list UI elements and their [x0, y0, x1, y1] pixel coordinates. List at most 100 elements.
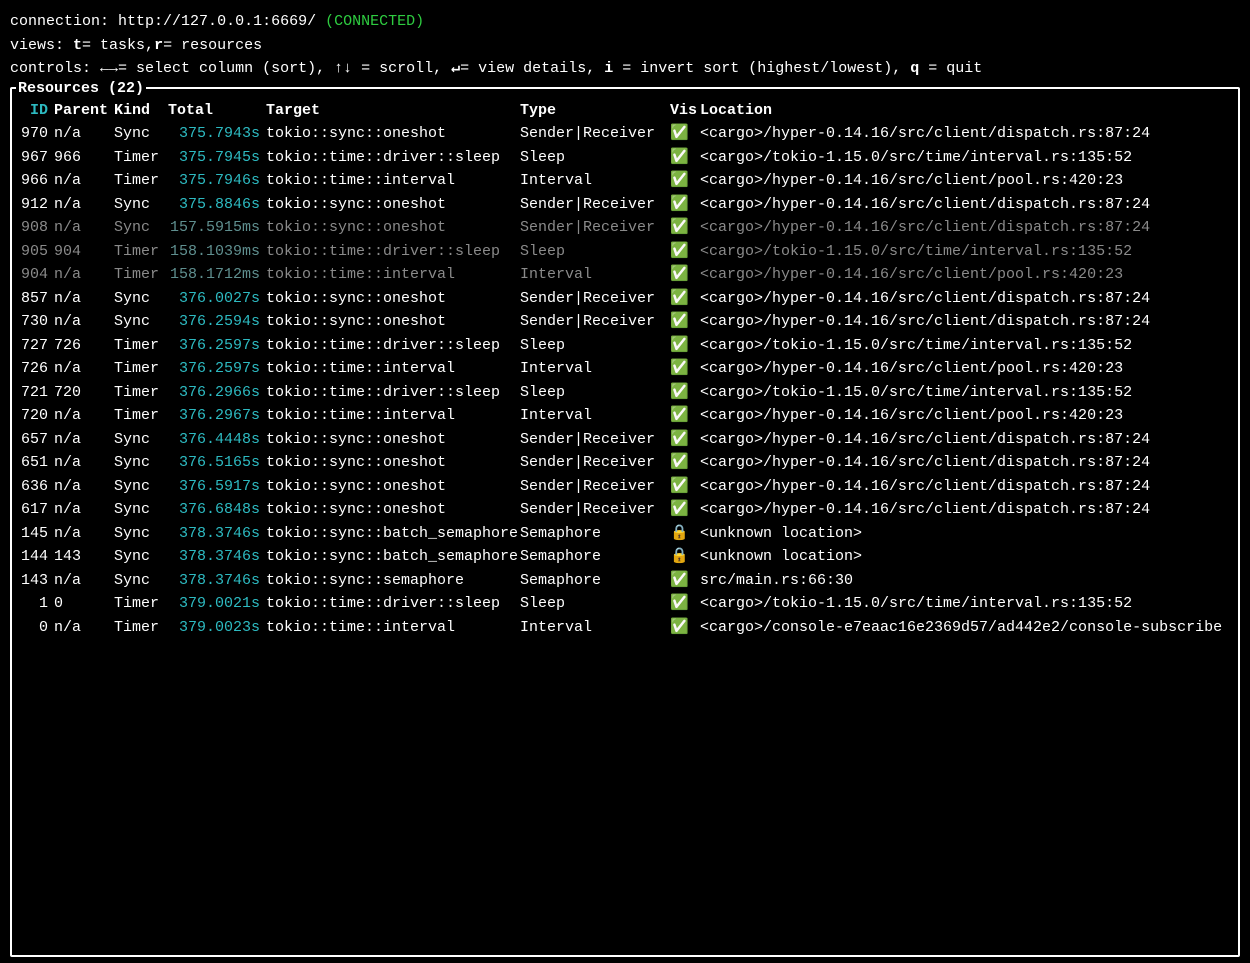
table-cell: 857: [14, 287, 54, 311]
views-key-t[interactable]: t: [73, 34, 82, 58]
table-cell: <cargo>/hyper-0.14.16/src/client/dispatc…: [700, 475, 1238, 499]
col-type-header[interactable]: Type: [520, 99, 670, 123]
table-cell: Interval: [520, 169, 670, 193]
table-cell: Timer: [114, 334, 168, 358]
table-cell: tokio::sync::oneshot: [266, 310, 520, 334]
table-cell: 143: [54, 545, 114, 569]
control-key[interactable]: ←→: [100, 60, 118, 77]
table-cell: 376.5165s: [168, 451, 266, 475]
table-cell: tokio::time::interval: [266, 263, 520, 287]
col-location-header[interactable]: Location: [700, 99, 1238, 123]
table-cell: 376.4448s: [168, 428, 266, 452]
table-cell: Sync: [114, 122, 168, 146]
col-id-header[interactable]: ID: [14, 99, 54, 123]
control-key[interactable]: ↵: [451, 60, 460, 77]
table-cell: <cargo>/hyper-0.14.16/src/client/pool.rs…: [700, 404, 1238, 428]
vis-icon: ✅: [670, 216, 700, 240]
table-cell: 376.2597s: [168, 357, 266, 381]
table-cell: Sync: [114, 475, 168, 499]
table-row[interactable]: 970n/aSync375.7943stokio::sync::oneshotS…: [14, 122, 1238, 146]
table-cell: 720: [54, 381, 114, 405]
table-cell: Interval: [520, 357, 670, 381]
table-cell: n/a: [54, 475, 114, 499]
table-cell: Interval: [520, 616, 670, 640]
col-parent-header[interactable]: Parent: [54, 99, 114, 123]
control-desc: = invert sort (highest/lowest),: [613, 60, 910, 77]
table-cell: <unknown location>: [700, 545, 1238, 569]
controls-line: controls: ←→= select column (sort), ↑↓ =…: [10, 57, 1240, 81]
views-key-r[interactable]: r: [154, 34, 163, 58]
table-cell: 912: [14, 193, 54, 217]
control-key[interactable]: q: [910, 60, 919, 77]
table-cell: tokio::time::driver::sleep: [266, 592, 520, 616]
table-cell: <cargo>/hyper-0.14.16/src/client/pool.rs…: [700, 357, 1238, 381]
table-cell: 617: [14, 498, 54, 522]
table-cell: tokio::sync::batch_semaphore: [266, 545, 520, 569]
table-cell: Sync: [114, 428, 168, 452]
table-cell: tokio::sync::oneshot: [266, 451, 520, 475]
table-row[interactable]: 657n/aSync376.4448stokio::sync::oneshotS…: [14, 428, 1238, 452]
table-cell: 908: [14, 216, 54, 240]
table-cell: tokio::sync::oneshot: [266, 287, 520, 311]
table-cell: Sender|Receiver: [520, 216, 670, 240]
table-cell: Interval: [520, 263, 670, 287]
table-header: ID Parent Kind Total Target Type Vis Loc…: [14, 99, 1238, 123]
table-cell: 375.7943s: [168, 122, 266, 146]
table-row[interactable]: 145n/aSync378.3746stokio::sync::batch_se…: [14, 522, 1238, 546]
table-cell: 1: [14, 592, 54, 616]
table-cell: n/a: [54, 404, 114, 428]
table-row[interactable]: 966n/aTimer375.7946stokio::time::interva…: [14, 169, 1238, 193]
table-cell: <cargo>/tokio-1.15.0/src/time/interval.r…: [700, 334, 1238, 358]
table-row[interactable]: 905904Timer158.1039mstokio::time::driver…: [14, 240, 1238, 264]
col-total-header[interactable]: Total: [168, 99, 266, 123]
table-row[interactable]: 720n/aTimer376.2967stokio::time::interva…: [14, 404, 1238, 428]
vis-icon: 🔒: [670, 545, 700, 569]
table-row[interactable]: 636n/aSync376.5917stokio::sync::oneshotS…: [14, 475, 1238, 499]
table-cell: tokio::time::interval: [266, 169, 520, 193]
table-row[interactable]: 144143Sync378.3746stokio::sync::batch_se…: [14, 545, 1238, 569]
vis-icon: ✅: [670, 428, 700, 452]
table-row[interactable]: 967966Timer375.7945stokio::time::driver:…: [14, 146, 1238, 170]
vis-icon: ✅: [670, 592, 700, 616]
table-cell: tokio::time::driver::sleep: [266, 381, 520, 405]
table-cell: tokio::sync::semaphore: [266, 569, 520, 593]
table-cell: tokio::sync::oneshot: [266, 475, 520, 499]
control-key[interactable]: ↑↓: [334, 60, 352, 77]
table-row[interactable]: 904n/aTimer158.1712mstokio::time::interv…: [14, 263, 1238, 287]
table-cell: n/a: [54, 263, 114, 287]
col-target-header[interactable]: Target: [266, 99, 520, 123]
col-vis-header[interactable]: Vis: [670, 99, 700, 123]
table-row[interactable]: 617n/aSync376.6848stokio::sync::oneshotS…: [14, 498, 1238, 522]
table-row[interactable]: 857n/aSync376.0027stokio::sync::oneshotS…: [14, 287, 1238, 311]
table-row[interactable]: 651n/aSync376.5165stokio::sync::oneshotS…: [14, 451, 1238, 475]
table-row[interactable]: 908n/aSync157.5915mstokio::sync::oneshot…: [14, 216, 1238, 240]
table-cell: Timer: [114, 404, 168, 428]
table-row[interactable]: 730n/aSync376.2594stokio::sync::oneshotS…: [14, 310, 1238, 334]
table-cell: Sync: [114, 569, 168, 593]
table-cell: Sync: [114, 310, 168, 334]
vis-icon: ✅: [670, 169, 700, 193]
views-line: views: t = tasks, r = resources: [10, 34, 1240, 58]
table-cell: 376.5917s: [168, 475, 266, 499]
table-cell: 376.2967s: [168, 404, 266, 428]
table-row[interactable]: 143n/aSync378.3746stokio::sync::semaphor…: [14, 569, 1238, 593]
table-row[interactable]: 727726Timer376.2597stokio::time::driver:…: [14, 334, 1238, 358]
views-label: views:: [10, 34, 64, 58]
table-cell: 143: [14, 569, 54, 593]
table-row[interactable]: 912n/aSync375.8846stokio::sync::oneshotS…: [14, 193, 1238, 217]
table-row[interactable]: 726n/aTimer376.2597stokio::time::interva…: [14, 357, 1238, 381]
table-cell: n/a: [54, 287, 114, 311]
table-cell: tokio::time::driver::sleep: [266, 334, 520, 358]
table-cell: Sync: [114, 287, 168, 311]
col-kind-header[interactable]: Kind: [114, 99, 168, 123]
table-row[interactable]: 721720Timer376.2966stokio::time::driver:…: [14, 381, 1238, 405]
vis-icon: ✅: [670, 357, 700, 381]
table-row[interactable]: 0n/aTimer379.0023stokio::time::intervalI…: [14, 616, 1238, 640]
table-row[interactable]: 10Timer379.0021stokio::time::driver::sle…: [14, 592, 1238, 616]
table-cell: tokio::time::driver::sleep: [266, 146, 520, 170]
table-cell: Sender|Receiver: [520, 122, 670, 146]
table-cell: Timer: [114, 146, 168, 170]
table-cell: Interval: [520, 404, 670, 428]
table-cell: 730: [14, 310, 54, 334]
control-key[interactable]: i: [604, 60, 613, 77]
